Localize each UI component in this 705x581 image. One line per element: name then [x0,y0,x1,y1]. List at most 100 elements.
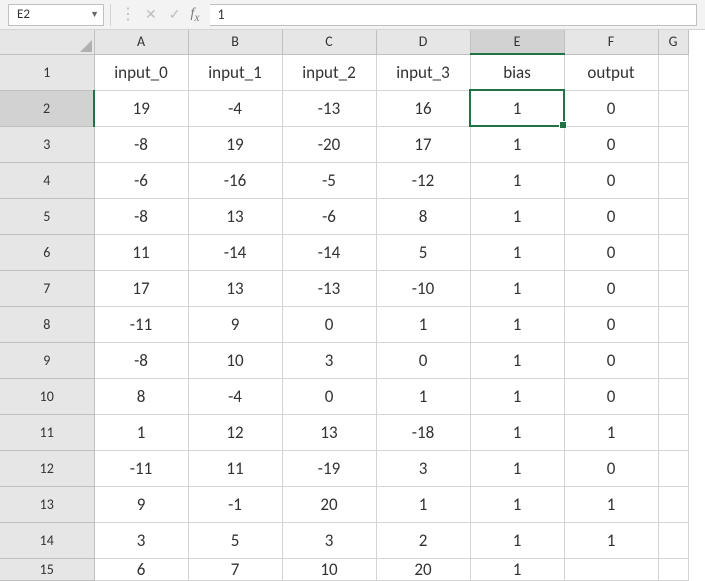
cell[interactable]: 13 [282,414,376,450]
cell[interactable]: 1 [470,558,564,580]
cell[interactable] [658,234,688,270]
cell[interactable]: 1 [470,450,564,486]
cell[interactable]: -20 [282,126,376,162]
cell[interactable]: 1 [470,90,564,126]
cell[interactable]: 0 [376,342,470,378]
chevron-down-icon[interactable]: ▼ [90,9,99,20]
cell[interactable]: 0 [564,342,658,378]
row-header-4[interactable]: 4 [0,162,94,198]
row-header-11[interactable]: 11 [0,414,94,450]
col-header-a[interactable]: A [94,30,188,54]
cell[interactable] [658,450,688,486]
name-box[interactable]: E2 ▼ [8,4,104,26]
cell[interactable]: 1 [564,522,658,558]
cell[interactable]: -13 [282,270,376,306]
cell[interactable]: 9 [94,486,188,522]
cell[interactable] [564,558,658,580]
cell[interactable]: -12 [376,162,470,198]
row-header-3[interactable]: 3 [0,126,94,162]
cell[interactable]: 1 [470,234,564,270]
cell[interactable]: 0 [564,234,658,270]
cell[interactable]: -6 [94,162,188,198]
cell[interactable] [658,522,688,558]
cell[interactable]: -16 [188,162,282,198]
cancel-icon[interactable]: ✕ [139,6,163,23]
select-all-corner[interactable] [0,30,94,54]
cell[interactable] [658,54,688,90]
cell[interactable]: -1 [188,486,282,522]
cell[interactable]: -5 [282,162,376,198]
cell[interactable]: 1 [376,486,470,522]
cell[interactable] [658,162,688,198]
cell[interactable]: -18 [376,414,470,450]
cell[interactable]: 1 [470,486,564,522]
row-header-14[interactable]: 14 [0,522,94,558]
cell[interactable]: -8 [94,126,188,162]
cell[interactable]: 3 [282,522,376,558]
cell[interactable]: 0 [282,306,376,342]
row-header-15[interactable]: 15 [0,558,94,580]
cell[interactable]: 1 [470,306,564,342]
cell[interactable]: 17 [376,126,470,162]
col-header-g[interactable]: G [658,30,688,54]
cell[interactable]: -11 [94,306,188,342]
cell[interactable] [658,486,688,522]
cell[interactable] [658,558,688,580]
cell[interactable]: 12 [188,414,282,450]
cell[interactable]: 0 [564,90,658,126]
cell[interactable]: -10 [376,270,470,306]
cell[interactable]: 13 [188,270,282,306]
cell[interactable] [658,198,688,234]
cell[interactable]: -6 [282,198,376,234]
cell[interactable]: 0 [564,162,658,198]
cell[interactable]: 3 [376,450,470,486]
cell[interactable]: 19 [94,90,188,126]
cell[interactable] [658,342,688,378]
col-header-e[interactable]: E [470,30,564,54]
cell[interactable]: 1 [470,162,564,198]
cell[interactable]: 2 [376,522,470,558]
cell[interactable]: 10 [188,342,282,378]
cell[interactable] [658,270,688,306]
cell[interactable]: 19 [188,126,282,162]
cell[interactable]: 20 [376,558,470,580]
cell[interactable]: input_0 [94,54,188,90]
cell[interactable]: 10 [282,558,376,580]
cell[interactable]: 0 [564,306,658,342]
cell[interactable]: output [564,54,658,90]
cell[interactable]: 5 [188,522,282,558]
cell[interactable]: 6 [94,558,188,580]
row-header-2[interactable]: 2 [0,90,94,126]
cell[interactable]: 3 [282,342,376,378]
formula-input[interactable]: 1 [210,4,697,26]
cell[interactable]: 0 [564,450,658,486]
cell[interactable]: 1 [470,270,564,306]
row-header-7[interactable]: 7 [0,270,94,306]
cell[interactable]: -4 [188,90,282,126]
cell[interactable]: 0 [282,378,376,414]
cell[interactable]: 11 [94,234,188,270]
cell[interactable]: 5 [376,234,470,270]
row-header-10[interactable]: 10 [0,378,94,414]
cell[interactable]: 8 [94,378,188,414]
cell[interactable] [658,306,688,342]
row-header-6[interactable]: 6 [0,234,94,270]
cell[interactable]: input_1 [188,54,282,90]
col-header-d[interactable]: D [376,30,470,54]
cell[interactable] [658,414,688,450]
row-header-8[interactable]: 8 [0,306,94,342]
cell[interactable]: 20 [282,486,376,522]
cell[interactable]: -4 [188,378,282,414]
cell[interactable]: 17 [94,270,188,306]
cell[interactable]: 1 [94,414,188,450]
cell[interactable] [658,126,688,162]
cell[interactable]: 9 [188,306,282,342]
cell[interactable]: 1 [376,306,470,342]
cell[interactable]: 1 [470,414,564,450]
row-header-12[interactable]: 12 [0,450,94,486]
cell[interactable]: 8 [376,198,470,234]
cell[interactable]: 0 [564,378,658,414]
row-header-1[interactable]: 1 [0,54,94,90]
cell[interactable]: 1 [470,522,564,558]
cell[interactable]: 13 [188,198,282,234]
